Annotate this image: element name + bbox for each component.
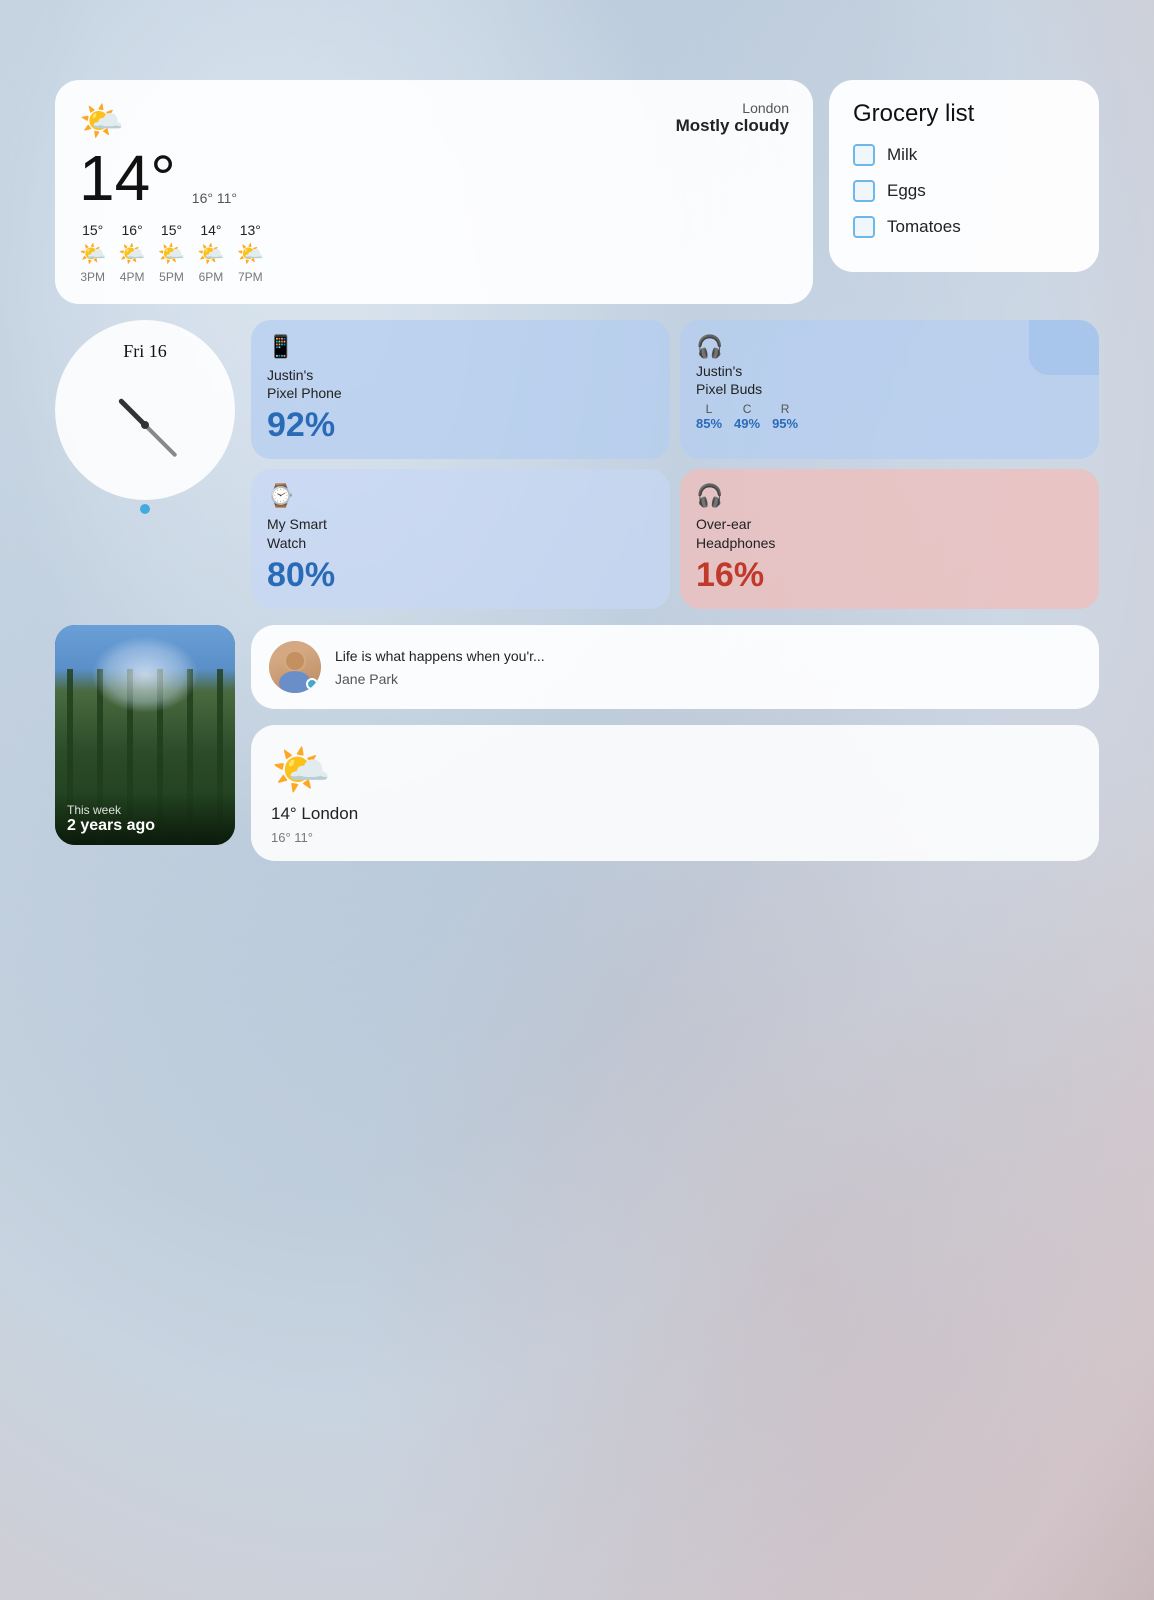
grocery-checkbox-tomatoes[interactable]	[853, 216, 875, 238]
weather-forecast: 15° 🌤️ 3PM 16° 🌤️ 4PM 15° 🌤️ 5PM 14° 🌤️	[79, 222, 789, 284]
headphones-name: Over-ear Headphones	[696, 515, 1083, 551]
watch-name: My Smart Watch	[267, 515, 654, 551]
grocery-item-tomatoes[interactable]: Tomatoes	[853, 216, 1075, 238]
grocery-widget[interactable]: Grocery list Milk Eggs Tomatoes	[829, 80, 1099, 272]
forecast-item-4pm: 16° 🌤️ 4PM	[118, 222, 145, 284]
weather-widget[interactable]: 🌤️ London Mostly cloudy 14° 16° 11° 15° …	[55, 80, 813, 304]
forecast-item-7pm: 13° 🌤️ 7PM	[237, 222, 264, 284]
grocery-label-tomatoes: Tomatoes	[887, 217, 961, 237]
clock-accent-dot	[140, 504, 150, 514]
forecast-item-6pm: 14° 🌤️ 6PM	[197, 222, 224, 284]
bud-left: L 85%	[696, 402, 722, 431]
clock-center-dot	[141, 421, 149, 429]
small-weather-icon: 🌤️	[271, 741, 331, 798]
photo-memories-widget[interactable]: This week 2 years ago	[55, 625, 235, 845]
grocery-checkbox-eggs[interactable]	[853, 180, 875, 202]
small-weather-widget[interactable]: 🌤️ 14° London 16° 11°	[251, 725, 1099, 861]
memories-time-label: This week	[67, 803, 223, 817]
battery-card-watch[interactable]: ⌚ My Smart Watch 80%	[251, 469, 670, 608]
grocery-checkbox-milk[interactable]	[853, 144, 875, 166]
grocery-label-milk: Milk	[887, 145, 917, 165]
weather-hi-lo: 16° 11°	[192, 190, 237, 206]
buds-name: Justin's Pixel Buds	[696, 362, 1083, 398]
grocery-label-eggs: Eggs	[887, 181, 926, 201]
social-name: Jane Park	[335, 671, 545, 687]
clock-widget[interactable]: Fri 16	[55, 320, 235, 500]
memories-years-ago: 2 years ago	[67, 817, 223, 835]
headphones-percent: 16%	[696, 556, 1083, 595]
watch-percent: 80%	[267, 556, 654, 595]
battery-grid: 📱 Justin's Pixel Phone 92% 🎧 Justin's Pi…	[251, 320, 1099, 609]
social-message: Life is what happens when you'r...	[335, 647, 545, 667]
clock-face	[90, 370, 200, 480]
small-weather-hilo: 16° 11°	[271, 830, 313, 845]
bud-right: R 95%	[772, 402, 798, 431]
battery-card-phone[interactable]: 📱 Justin's Pixel Phone 92%	[251, 320, 670, 459]
phone-percent: 92%	[267, 406, 654, 445]
weather-current-temp: 14°	[79, 146, 176, 210]
social-widget[interactable]: Life is what happens when you'r... Jane …	[251, 625, 1099, 709]
phone-name: Justin's Pixel Phone	[267, 366, 654, 402]
avatar	[269, 641, 321, 693]
battery-card-buds[interactable]: 🎧 Justin's Pixel Buds L 85% C 49% R	[680, 320, 1099, 459]
weather-location: London Mostly cloudy	[676, 100, 789, 136]
bud-center: C 49%	[734, 402, 760, 431]
grocery-item-eggs[interactable]: Eggs	[853, 180, 1075, 202]
small-weather-temp: 14° London	[271, 804, 358, 824]
avatar-online-indicator	[306, 678, 318, 690]
forecast-item-3pm: 15° 🌤️ 3PM	[79, 222, 106, 284]
grocery-title: Grocery list	[853, 100, 1075, 128]
weather-sun-icon: 🌤️	[79, 100, 124, 142]
phone-icon: 📱	[267, 334, 654, 360]
forecast-item-5pm: 15° 🌤️ 5PM	[158, 222, 185, 284]
clock-date: Fri 16	[123, 341, 167, 362]
headphones-icon: 🎧	[696, 483, 1083, 509]
grocery-item-milk[interactable]: Milk	[853, 144, 1075, 166]
battery-card-headphones[interactable]: 🎧 Over-ear Headphones 16%	[680, 469, 1099, 608]
clock-minute-hand	[144, 423, 178, 457]
photo-caption: This week 2 years ago	[55, 793, 235, 845]
weather-city: London	[676, 100, 789, 116]
buds-icon: 🎧	[696, 334, 1083, 360]
social-text-block: Life is what happens when you'r... Jane …	[335, 647, 545, 687]
buds-stats: L 85% C 49% R 95%	[696, 402, 1083, 431]
watch-icon: ⌚	[267, 483, 654, 509]
weather-condition: Mostly cloudy	[676, 116, 789, 136]
